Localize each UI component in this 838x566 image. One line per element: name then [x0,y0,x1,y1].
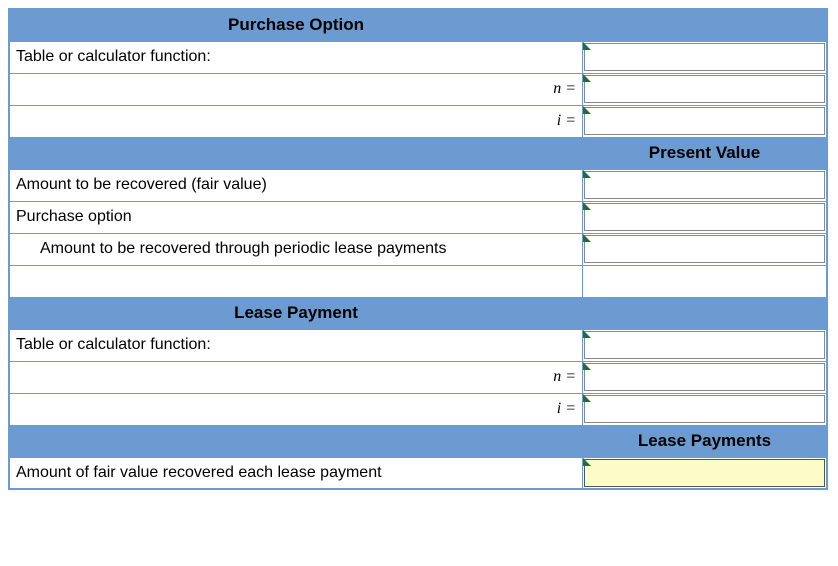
lp-n-input-cell [583,361,828,393]
fair-value-recovered-input-cell [583,457,828,489]
input-marker-icon [583,202,591,210]
input-marker-icon [583,42,591,50]
lease-payments-header: Lease Payments [583,425,828,457]
input-marker-icon [583,74,591,82]
po-function-label: Table or calculator function: [9,41,583,73]
po-n-label: n = [9,73,583,105]
fair-value-input[interactable] [584,171,825,199]
po-function-input-cell [583,41,828,73]
lp-n-input[interactable] [584,363,825,391]
periodic-label: Amount to be recovered through periodic … [9,233,583,265]
input-marker-icon [583,458,591,466]
lp-i-label: i = [9,393,583,425]
lp-sub-header-spacer [9,425,583,457]
input-marker-icon [583,330,591,338]
purchase-option-input[interactable] [584,203,825,231]
lp-function-label: Table or calculator function: [9,329,583,361]
po-i-input-cell [583,105,828,137]
purchase-option-header: Purchase Option [9,9,583,41]
periodic-input[interactable] [584,235,825,263]
fair-value-label: Amount to be recovered (fair value) [9,169,583,201]
po-function-input[interactable] [584,43,825,71]
lp-function-input-cell [583,329,828,361]
blank-row-left [9,265,583,297]
input-marker-icon [583,106,591,114]
fair-value-recovered-label: Amount of fair value recovered each leas… [9,457,583,489]
purchase-option-row-label: Purchase option [9,201,583,233]
po-i-input[interactable] [584,107,825,135]
periodic-input-cell [583,233,828,265]
lease-worksheet-table: Purchase Option Table or calculator func… [8,8,828,490]
fair-value-input-cell [583,169,828,201]
input-marker-icon [583,394,591,402]
input-marker-icon [583,170,591,178]
po-n-input[interactable] [584,75,825,103]
po-n-input-cell [583,73,828,105]
purchase-option-input-cell [583,201,828,233]
header-spacer [583,9,828,41]
input-marker-icon [583,362,591,370]
present-value-header: Present Value [583,137,828,169]
lp-header-spacer [583,297,828,329]
po-i-label: i = [9,105,583,137]
lease-payment-header: Lease Payment [9,297,583,329]
lp-function-input[interactable] [584,331,825,359]
lp-n-label: n = [9,361,583,393]
lp-i-input-cell [583,393,828,425]
pv-header-spacer [9,137,583,169]
fair-value-recovered-input[interactable] [584,459,825,487]
input-marker-icon [583,234,591,242]
blank-row-right [583,265,828,297]
lp-i-input[interactable] [584,395,825,423]
